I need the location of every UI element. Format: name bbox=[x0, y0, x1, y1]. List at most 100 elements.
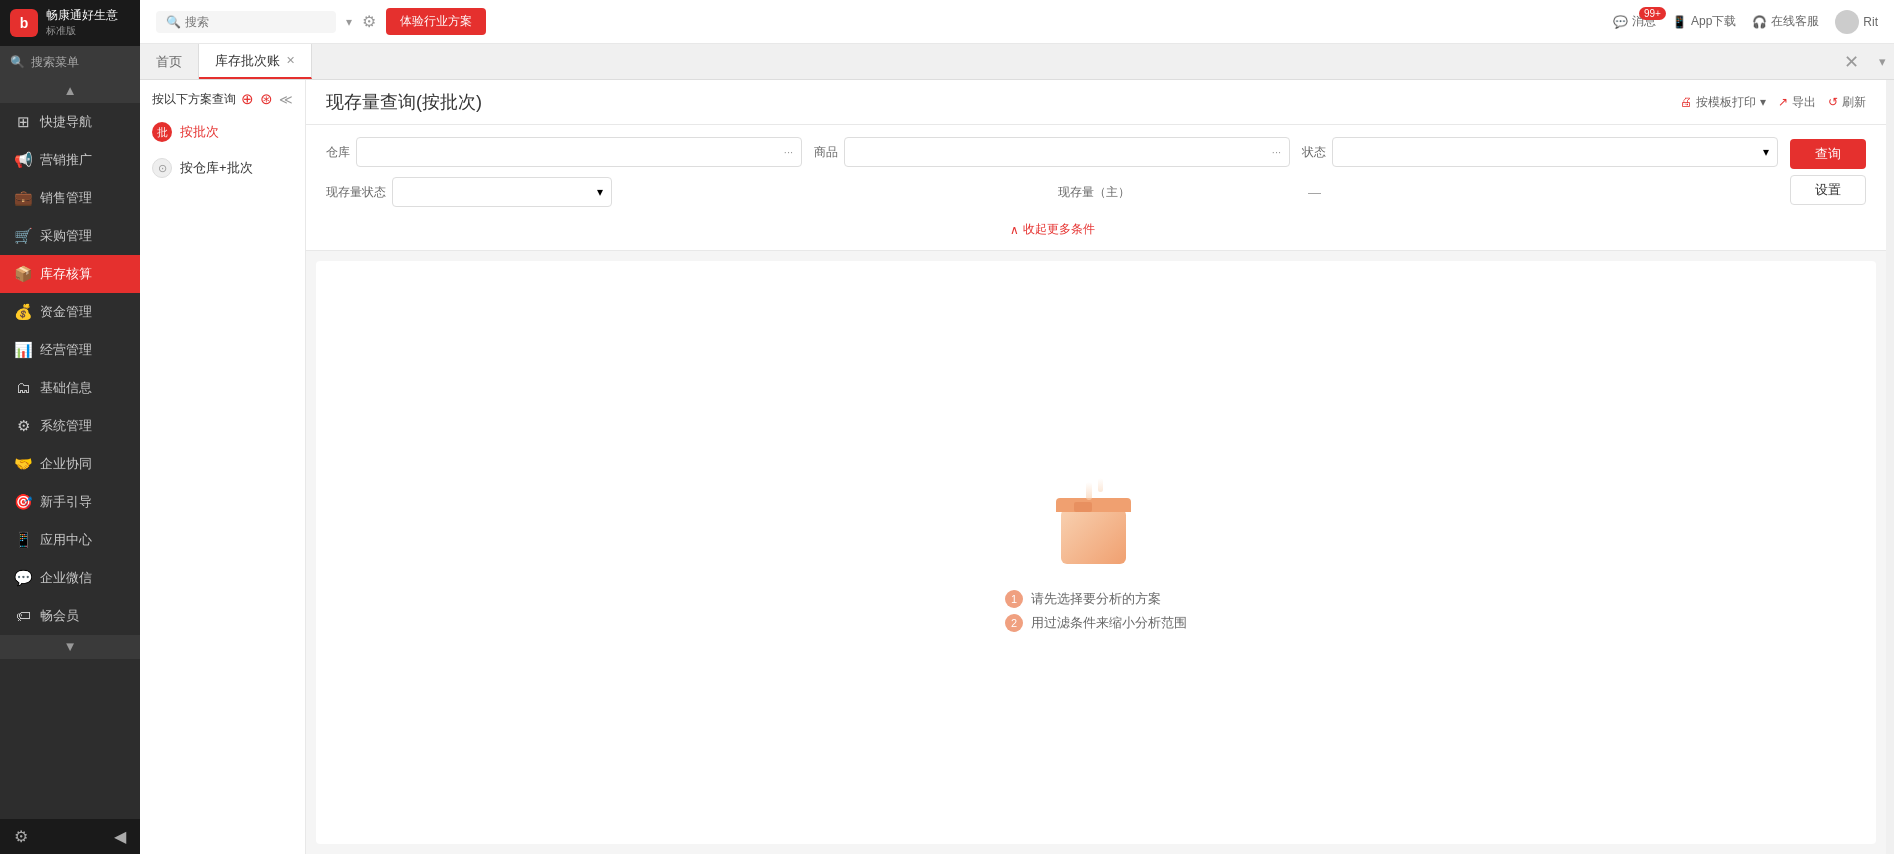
tab-home[interactable]: 首页 bbox=[140, 44, 199, 79]
warehouse-more-icon[interactable]: ··· bbox=[784, 146, 793, 158]
sidebar-item-marketing[interactable]: 📢营销推广 bbox=[0, 141, 140, 179]
inventory-status-dropdown-icon[interactable]: ▾ bbox=[597, 185, 603, 199]
warehouse-input[interactable]: ··· bbox=[356, 137, 802, 167]
tabs-list: 首页库存批次账✕ bbox=[140, 44, 1832, 79]
nav-label-sales: 销售管理 bbox=[40, 189, 92, 207]
scroll-down-button[interactable]: ▼ bbox=[0, 635, 140, 659]
nav-label-system: 系统管理 bbox=[40, 417, 92, 435]
panel-title: 按以下方案查询 bbox=[152, 91, 236, 108]
app-download-label: App下载 bbox=[1691, 13, 1736, 30]
collapse-filter-btn[interactable]: ∧ 收起更多条件 bbox=[326, 217, 1778, 238]
sidebar-item-system[interactable]: ⚙系统管理 bbox=[0, 407, 140, 445]
app-logo: b bbox=[10, 9, 38, 37]
export-icon: ↗ bbox=[1778, 95, 1788, 109]
app-download-btn[interactable]: 📱 App下载 bbox=[1672, 13, 1736, 30]
nav-icon-apps: 📱 bbox=[14, 531, 32, 549]
scheme-item-batch[interactable]: 批按批次 bbox=[140, 114, 305, 150]
nav-icon-base: 🗂 bbox=[14, 379, 32, 397]
qty-max-input[interactable] bbox=[1327, 177, 1493, 207]
sidebar-item-member[interactable]: 🏷畅会员 bbox=[0, 597, 140, 635]
tab-close-batch[interactable]: ✕ bbox=[286, 54, 295, 67]
empty-hint-2: 2 用过滤条件来缩小分析范围 bbox=[1005, 614, 1187, 632]
scheme-icon-warehouse_batch: ⊙ bbox=[152, 158, 172, 178]
nav-label-inventory: 库存核算 bbox=[40, 265, 92, 283]
close-tab-button[interactable]: ✕ bbox=[1832, 44, 1871, 79]
phone-icon: 📱 bbox=[1672, 15, 1687, 29]
scheme-item-warehouse_batch[interactable]: ⊙按仓库+批次 bbox=[140, 150, 305, 186]
app-info: 畅康通好生意 标准版 bbox=[46, 8, 118, 38]
export-btn[interactable]: ↗ 导出 bbox=[1778, 94, 1816, 111]
sidebar-item-purchase[interactable]: 🛒采购管理 bbox=[0, 217, 140, 255]
sidebar-item-wechat[interactable]: 💬企业微信 bbox=[0, 559, 140, 597]
filter-row-2: 现存量状态 ▾ 现存量（主） — bbox=[326, 177, 1778, 207]
status-dropdown-icon[interactable]: ▾ bbox=[1763, 145, 1769, 159]
sidebar-item-collab[interactable]: 🤝企业协同 bbox=[0, 445, 140, 483]
settings-scheme-icon[interactable]: ⊛ bbox=[260, 90, 273, 108]
nav-icon-operation: 📊 bbox=[14, 341, 32, 359]
refresh-label: 刷新 bbox=[1842, 94, 1866, 111]
product-text-input[interactable] bbox=[853, 145, 1272, 159]
scheme-label-batch: 按批次 bbox=[180, 123, 219, 141]
settings-icon[interactable]: ⚙ bbox=[14, 827, 28, 846]
print-btn[interactable]: 🖨 按模板打印 ▾ bbox=[1680, 94, 1766, 111]
topbar-gear-icon[interactable]: ⚙ bbox=[362, 12, 376, 31]
nav-label-marketing: 营销推广 bbox=[40, 151, 92, 169]
filter-area: 仓库 ··· 商品 ··· bbox=[306, 125, 1886, 251]
product-more-icon[interactable]: ··· bbox=[1272, 146, 1281, 158]
collapse-sidebar-icon[interactable]: ◀ bbox=[114, 827, 126, 846]
user-menu[interactable]: Rit bbox=[1835, 10, 1878, 34]
right-scrollbar[interactable] bbox=[1886, 80, 1894, 854]
nav-label-purchase: 采购管理 bbox=[40, 227, 92, 245]
inventory-status-filter: 现存量状态 ▾ bbox=[326, 177, 1046, 207]
topbar-search-input[interactable] bbox=[185, 15, 305, 29]
sidebar-search[interactable]: 🔍 搜索菜单 bbox=[0, 46, 140, 79]
sidebar-item-apps[interactable]: 📱应用中心 bbox=[0, 521, 140, 559]
search-icon: 🔍 bbox=[10, 55, 25, 69]
schemes-list: 批按批次⊙按仓库+批次 bbox=[140, 114, 305, 186]
left-panel: 按以下方案查询 ⊕ ⊛ ≪ 批按批次⊙按仓库+批次 bbox=[140, 80, 306, 854]
product-input[interactable]: ··· bbox=[844, 137, 1290, 167]
tab-batch[interactable]: 库存批次账✕ bbox=[199, 44, 312, 79]
sidebar-item-operation[interactable]: 📊经营管理 bbox=[0, 331, 140, 369]
qty-min-input[interactable] bbox=[1136, 177, 1302, 207]
print-dropdown-icon[interactable]: ▾ bbox=[1760, 95, 1766, 109]
page-header: 现存量查询(按批次) 🖨 按模板打印 ▾ ↗ 导出 ↺ 刷新 bbox=[306, 80, 1886, 125]
add-scheme-icon[interactable]: ⊕ bbox=[241, 90, 254, 108]
tab-label-home: 首页 bbox=[156, 53, 182, 71]
topbar-dropdown-icon[interactable]: ▾ bbox=[346, 15, 352, 29]
query-button[interactable]: 查询 bbox=[1790, 139, 1866, 169]
warehouse-filter: 仓库 ··· bbox=[326, 137, 802, 167]
sidebar-item-base[interactable]: 🗂基础信息 bbox=[0, 369, 140, 407]
sidebar-item-inventory[interactable]: 📦 库存核算 bbox=[0, 255, 140, 293]
inventory-status-select[interactable]: ▾ bbox=[392, 177, 612, 207]
range-separator: — bbox=[1308, 185, 1321, 200]
experience-btn[interactable]: 体验行业方案 bbox=[386, 8, 486, 35]
main-area: 🔍 ▾ ⚙ 体验行业方案 💬 消息 99+ 📱 App下载 🎧 在线客服 Rit bbox=[140, 0, 1894, 854]
collapse-panel-icon[interactable]: ≪ bbox=[279, 92, 293, 107]
sidebar-item-finance[interactable]: 💰资金管理 bbox=[0, 293, 140, 331]
nav-icon-wechat: 💬 bbox=[14, 569, 32, 587]
status-select[interactable]: ▾ bbox=[1332, 137, 1778, 167]
chevron-down-icon[interactable]: ▾ bbox=[1871, 44, 1894, 79]
scheme-icon-batch: 批 bbox=[152, 122, 172, 142]
product-filter: 商品 ··· bbox=[814, 137, 1290, 167]
online-service-btn[interactable]: 🎧 在线客服 bbox=[1752, 13, 1819, 30]
sidebar-item-sales[interactable]: 💼 销售管理 bbox=[0, 179, 140, 217]
nav-items: ⊞快捷导航📢营销推广 💼 销售管理 🛒采购管理 📦 库存核算 💰资金管理📊经营管理🗂基础信息… bbox=[0, 103, 140, 635]
messages-btn[interactable]: 💬 消息 99+ bbox=[1613, 13, 1656, 30]
nav-icon-finance: 💰 bbox=[14, 303, 32, 321]
status-filter: 状态 ▾ bbox=[1302, 137, 1778, 167]
settings-button[interactable]: 设置 bbox=[1790, 175, 1866, 205]
nav-label-guide: 新手引导 bbox=[40, 493, 92, 511]
topbar-search-box[interactable]: 🔍 bbox=[156, 11, 336, 33]
nav-icon-inventory: 📦 bbox=[14, 265, 32, 283]
refresh-btn[interactable]: ↺ 刷新 bbox=[1828, 94, 1866, 111]
scroll-up-button[interactable]: ▲ bbox=[0, 79, 140, 103]
empty-illustration bbox=[1046, 474, 1146, 574]
nav-icon-sales: 💼 bbox=[14, 189, 32, 207]
warehouse-text-input[interactable] bbox=[365, 145, 784, 159]
sidebar-item-quick[interactable]: ⊞快捷导航 bbox=[0, 103, 140, 141]
sidebar-item-guide[interactable]: 🎯新手引导 bbox=[0, 483, 140, 521]
topbar-search-icon: 🔍 bbox=[166, 15, 181, 29]
hint-num-2: 2 bbox=[1005, 614, 1023, 632]
